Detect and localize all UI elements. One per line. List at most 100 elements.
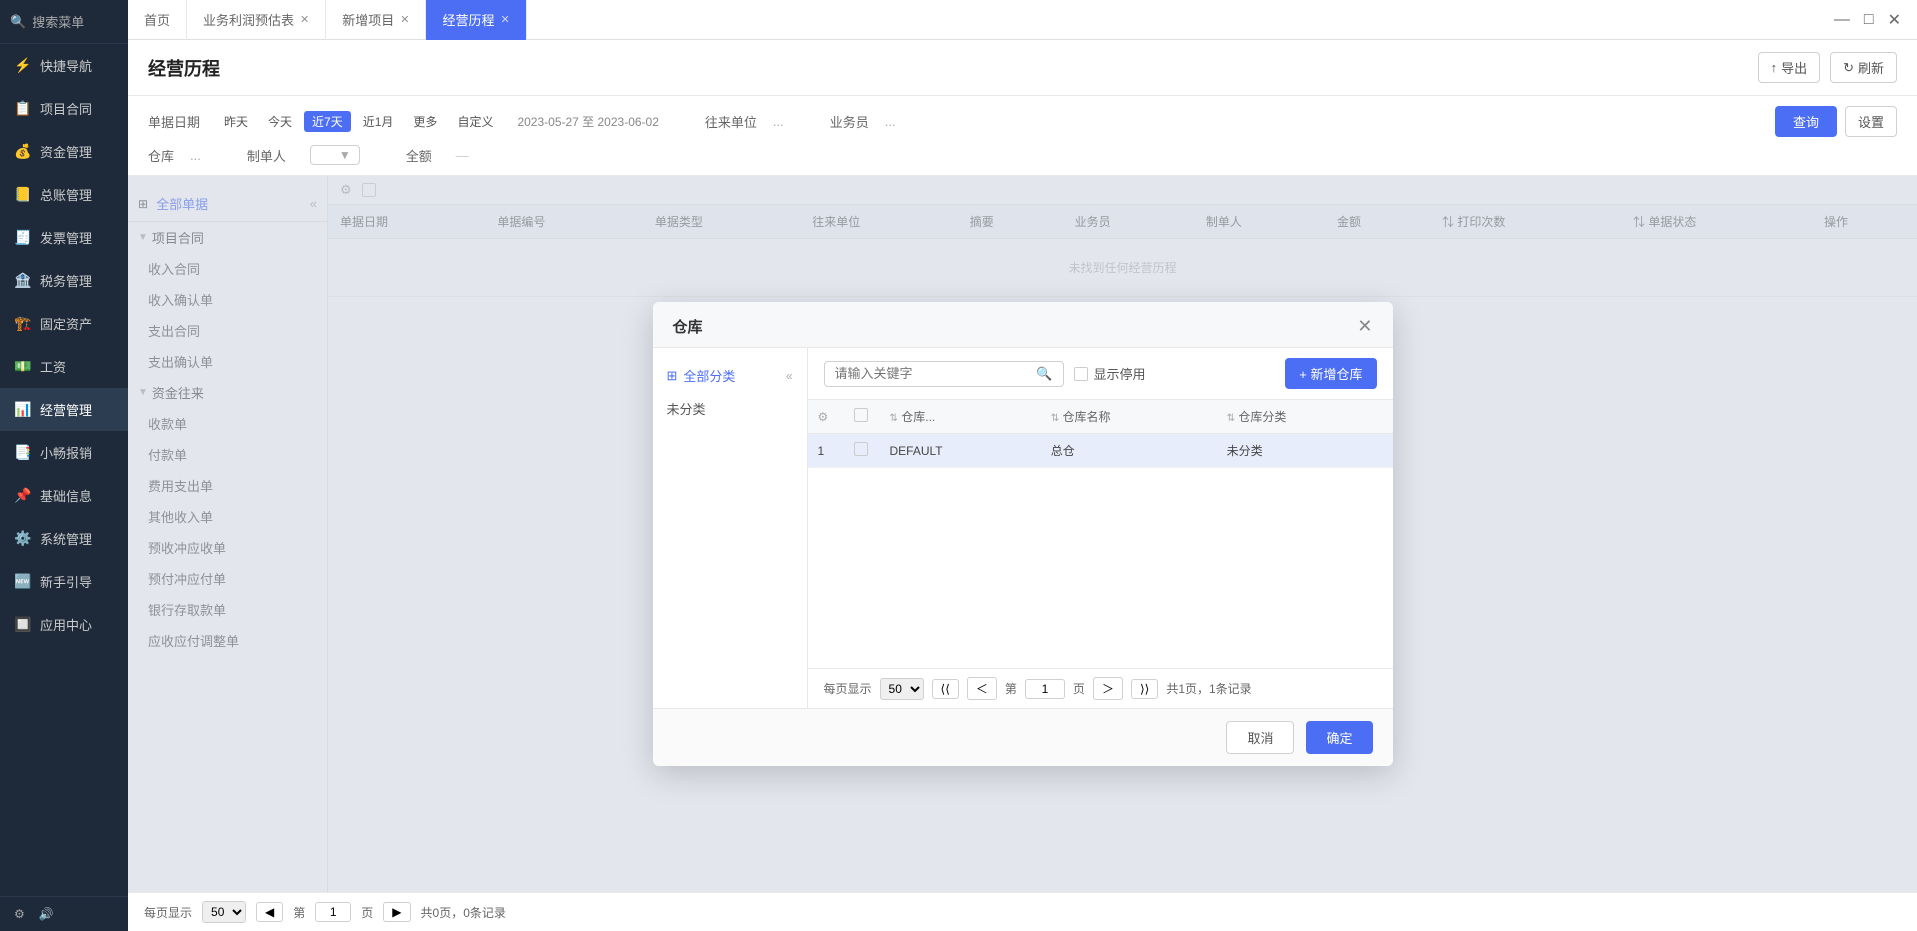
bottom-prev-btn[interactable]: ◀ [256, 902, 283, 922]
maker-select[interactable]: ▼ [310, 145, 360, 165]
modal-page-input[interactable] [1025, 679, 1065, 699]
modal-total-label: 共1页，1条记录 [1166, 680, 1251, 697]
sidebar-item-tax[interactable]: 🏦 税务管理 [0, 259, 128, 302]
modal-search-input[interactable] [835, 366, 1031, 381]
modal-last-page-btn[interactable]: ⟩⟩ [1131, 679, 1158, 699]
sidebar-item-system[interactable]: ⚙️ 系统管理 [0, 517, 128, 560]
tab-new-project-close[interactable]: ✕ [400, 13, 409, 26]
modal-search-box[interactable]: 🔍 [824, 361, 1064, 387]
modal-overlay: 仓库 ✕ ⊞ 全部分类 « [128, 176, 1917, 892]
row-category: 未分类 [1217, 434, 1393, 468]
tab-new-project[interactable]: 新增项目 ✕ [326, 0, 426, 40]
audio-icon[interactable]: 🔊 [39, 907, 54, 921]
sidebar-item-project-contract[interactable]: 📋 项目合同 [0, 87, 128, 130]
bottom-total-label: 共0页，0条记录 [421, 904, 506, 921]
sidebar-item-app-center[interactable]: 🔲 应用中心 [0, 603, 128, 646]
modal-col-checkbox [844, 400, 880, 434]
warehouse-dots[interactable]: ... [190, 148, 201, 163]
content-with-nav: ⊞ 全部单据 « ▼ 项目合同 收入合同 收 [128, 176, 1917, 892]
modal-table: ⚙ ⇅ 仓库... [808, 400, 1393, 468]
xiaochang-icon: 📑 [14, 444, 32, 462]
app-icon: 🔲 [14, 616, 32, 634]
sidebar-item-guide[interactable]: 🆕 新手引导 [0, 560, 128, 603]
amount-label: 全额 [406, 146, 432, 165]
cancel-button[interactable]: 取消 [1226, 721, 1294, 754]
bottom-bar: 每页显示 50 ◀ 第 页 ▶ 共0页，0条记录 [128, 892, 1917, 931]
sidebar-item-fixed-assets[interactable]: 🏗️ 固定资产 [0, 302, 128, 345]
date-tabs: 昨天 今天 近7天 近1月 更多 自定义 [216, 111, 501, 132]
modal-all-categories[interactable]: ⊞ 全部分类 « [653, 358, 807, 393]
confirm-button[interactable]: 确定 [1306, 721, 1372, 754]
sort-icon-name[interactable]: ⇅ [1051, 413, 1059, 424]
add-warehouse-button[interactable]: + 新增仓库 [1285, 358, 1376, 389]
modal-page-size-select[interactable]: 50 [880, 678, 924, 700]
modal-page-size-label: 每页显示 [824, 680, 872, 697]
refresh-label: 刷新 [1858, 58, 1884, 77]
modal-search-icon: 🔍 [1036, 366, 1052, 382]
sidebar-item-label: 资金管理 [40, 142, 92, 161]
main-area: 首页 业务利润预估表 ✕ 新增项目 ✕ 经营历程 ✕ — □ ✕ [128, 0, 1917, 931]
modal-collapse-icon[interactable]: « [786, 369, 793, 383]
tab-business-history[interactable]: 经营历程 ✕ [426, 0, 526, 40]
tab-profit-close[interactable]: ✕ [300, 13, 309, 26]
maker-label: 制单人 [247, 146, 286, 165]
maximize-button[interactable]: □ [1864, 11, 1874, 29]
show-disabled-label: 显示停用 [1094, 364, 1146, 383]
close-button[interactable]: ✕ [1888, 10, 1901, 30]
sidebar-item-business[interactable]: 📊 经营管理 [0, 388, 128, 431]
modal-select-all-checkbox[interactable] [854, 408, 868, 422]
tab-home[interactable]: 首页 [128, 0, 187, 40]
date-tab-custom[interactable]: 自定义 [449, 111, 501, 132]
date-tab-yesterday[interactable]: 昨天 [216, 111, 256, 132]
modal-next-page-btn[interactable]: ＞ [1093, 677, 1123, 700]
row-select-checkbox[interactable] [854, 442, 868, 456]
warehouse-modal: 仓库 ✕ ⊞ 全部分类 « [653, 302, 1393, 766]
tab-profit-label: 业务利润预估表 [203, 10, 294, 29]
sidebar-item-label: 新手引导 [40, 572, 92, 591]
maker-dropdown-icon: ▼ [339, 148, 351, 162]
export-button[interactable]: ↑ 导出 [1758, 52, 1821, 83]
date-tab-more[interactable]: 更多 [405, 111, 445, 132]
date-filter-label: 单据日期 [148, 112, 200, 131]
sort-icon-code[interactable]: ⇅ [890, 413, 898, 424]
salesperson-dots[interactable]: ... [885, 114, 896, 129]
page-actions: ↑ 导出 ↻ 刷新 [1758, 52, 1897, 83]
sidebar-item-fund-management[interactable]: 💰 资金管理 [0, 130, 128, 173]
modal-category-unclassified[interactable]: 未分类 [653, 393, 807, 424]
minimize-button[interactable]: — [1834, 11, 1850, 29]
show-disabled-checkbox[interactable] [1074, 367, 1088, 381]
tab-profit-estimate[interactable]: 业务利润预估表 ✕ [187, 0, 326, 40]
modal-gear-icon[interactable]: ⚙ [818, 410, 829, 424]
sidebar-item-general-ledger[interactable]: 📒 总账管理 [0, 173, 128, 216]
goto-unit-dots[interactable]: ... [773, 114, 784, 129]
sort-icon-category[interactable]: ⇅ [1227, 413, 1235, 424]
bottom-page-input[interactable] [315, 902, 351, 922]
date-range: 2023-05-27 至 2023-06-02 [517, 113, 658, 130]
sidebar-item-xiaochang[interactable]: 📑 小畅报销 [0, 431, 128, 474]
table-row[interactable]: 1 DEFAULT 总仓 未分类 [808, 434, 1393, 468]
guide-icon: 🆕 [14, 573, 32, 591]
query-button[interactable]: 查询 [1775, 106, 1837, 137]
date-tab-7days[interactable]: 近7天 [304, 111, 351, 132]
tab-business-close[interactable]: ✕ [501, 13, 510, 26]
sidebar-item-label: 经营管理 [40, 400, 92, 419]
date-tab-1month[interactable]: 近1月 [355, 111, 402, 132]
refresh-button[interactable]: ↻ 刷新 [1830, 52, 1897, 83]
modal-prev-page-btn[interactable]: ＜ [967, 677, 997, 700]
sidebar-item-salary[interactable]: 💵 工资 [0, 345, 128, 388]
bottom-page-size-select[interactable]: 50 [202, 901, 246, 923]
sidebar-search[interactable]: 🔍 搜索菜单 [0, 0, 128, 44]
modal-first-page-btn[interactable]: ⟨⟨ [932, 679, 959, 699]
modal-close-button[interactable]: ✕ [1357, 316, 1372, 337]
bottom-page-size-label: 每页显示 [144, 904, 192, 921]
filter-row-1: 单据日期 昨天 今天 近7天 近1月 更多 自定义 2023-05-27 至 2… [148, 106, 1897, 137]
sidebar-item-label: 系统管理 [40, 529, 92, 548]
sidebar-item-invoice[interactable]: 🧾 发票管理 [0, 216, 128, 259]
ledger-icon: 📒 [14, 186, 32, 204]
setting-button[interactable]: 设置 [1845, 106, 1897, 137]
settings-icon[interactable]: ⚙ [14, 907, 25, 921]
bottom-next-btn[interactable]: ▶ [383, 902, 410, 922]
sidebar-item-basic-info[interactable]: 📌 基础信息 [0, 474, 128, 517]
date-tab-today[interactable]: 今天 [260, 111, 300, 132]
sidebar-item-quick-nav[interactable]: ⚡ 快捷导航 [0, 44, 128, 87]
